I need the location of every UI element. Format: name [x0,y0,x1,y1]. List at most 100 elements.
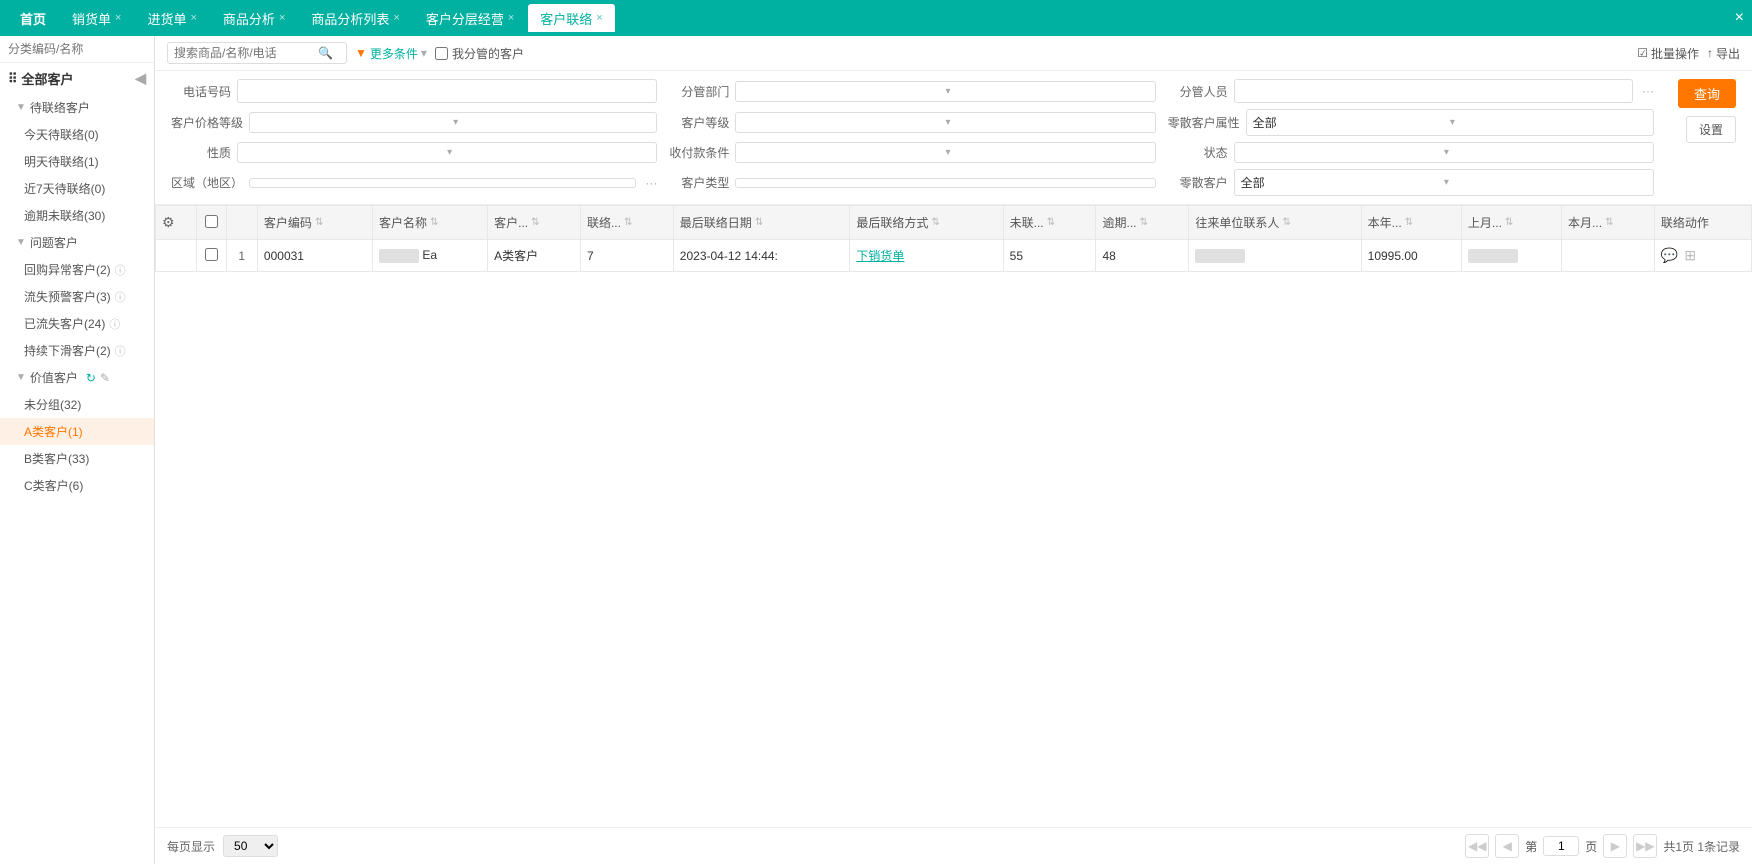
nav-close-purchase[interactable]: × [190,12,196,24]
row-checkbox[interactable] [205,248,218,261]
sidebar-item-churn[interactable]: 流失预警客户(3) ⓘ [0,283,154,310]
sort-icon-last-method[interactable]: ⇅ [931,217,939,228]
sort-icon-this-month[interactable]: ⇅ [1605,217,1613,228]
sidebar-item-week[interactable]: 近7天待联络(0) [0,175,154,202]
price-level-select[interactable]: ▾ [249,112,657,133]
refresh-icon[interactable]: ↻ [86,371,96,385]
data-table: ⚙ 客户编码 ⇅ [155,205,1752,272]
nav-sales[interactable]: 销货单 × [60,4,133,32]
message-icon[interactable]: 💬 [1661,247,1678,264]
nav-purchase[interactable]: 进货单 × [135,4,208,32]
col-code: 客户编码 ⇅ [257,206,372,240]
link-icon[interactable]: ⊞ [1684,247,1696,264]
filter-row-1: 电话号码 分管部门 ▾ 分管人员 [171,79,1666,103]
sidebar-collapse-btn[interactable]: ◀ [135,70,146,87]
dept-select[interactable]: ▾ [735,81,1155,102]
chevron-down-icon: ▾ [421,46,427,60]
sidebar-item-decline[interactable]: 持续下滑客户(2) ⓘ [0,337,154,364]
cust-type-select[interactable] [735,178,1155,188]
nature-select[interactable]: ▾ [237,142,657,163]
filter-search-box: 🔍 [167,42,347,64]
status-select[interactable]: ▾ [1234,142,1654,163]
nav-goods-list[interactable]: 商品分析列表 × [299,4,411,32]
sidebar-group-value[interactable]: ▼ 价值客户 ↻ ✎ [0,364,154,391]
sort-icon-level[interactable]: ⇅ [531,217,539,228]
edit-icon[interactable]: ✎ [100,371,110,385]
sort-icon-unlink[interactable]: ⇅ [1047,217,1055,228]
nav-close-customer-contact[interactable]: × [596,12,602,24]
col-num [226,206,257,240]
sidebar-search-input[interactable] [8,42,155,56]
sort-icon-contact[interactable]: ⇅ [624,217,632,228]
sidebar-item-today[interactable]: 今天待联络(0) [0,121,154,148]
query-button[interactable]: 查询 [1678,79,1736,108]
sidebar-group-problem[interactable]: ▼ 问题客户 [0,229,154,256]
nav-close-customer-layer[interactable]: × [508,12,514,24]
nav-home[interactable]: 首页 [8,4,58,32]
filter-cell-payment: 收付款条件 ▾ [669,142,1167,163]
phone-input[interactable] [237,79,657,103]
next-page-btn[interactable]: ▶ [1603,834,1627,858]
nav-close-goods-analysis[interactable]: × [279,12,285,24]
person-input[interactable] [1234,79,1633,103]
first-page-btn[interactable]: ◀◀ [1465,834,1489,858]
prev-page-btn[interactable]: ◀ [1495,834,1519,858]
sidebar-item-tomorrow[interactable]: 明天待联络(1) [0,148,154,175]
row-last-method-cell[interactable]: 下销货单 [850,240,1003,272]
nav-customer-contact[interactable]: 客户联络 × [528,4,614,32]
settings-button[interactable]: 设置 [1686,116,1736,143]
sort-icon-name[interactable]: ⇅ [430,217,438,228]
region-select[interactable] [249,178,636,188]
sidebar-item-overdue[interactable]: 逾期未联络(30) [0,202,154,229]
retail-attr-select[interactable]: 全部 ▾ [1246,109,1654,136]
col-checkbox [196,206,226,240]
export-btn[interactable]: ↑ 导出 [1707,45,1740,62]
sort-icon-overdue[interactable]: ⇅ [1140,217,1148,228]
sort-icon-last-month[interactable]: ⇅ [1505,217,1513,228]
filter-search-icon[interactable]: 🔍 [318,46,333,60]
filter-search-input[interactable] [174,46,314,60]
batch-op-btn[interactable]: ☑ 批量操作 [1637,45,1699,62]
sidebar-item-class-b[interactable]: B类客户(33) [0,445,154,472]
sidebar-item-class-c[interactable]: C类客户(6) [0,472,154,499]
my-customers-checkbox[interactable]: 我分管的客户 [435,45,524,62]
page-input[interactable] [1543,836,1579,856]
sort-icon-year[interactable]: ⇅ [1405,217,1413,228]
cust-level-select[interactable]: ▾ [735,112,1155,133]
close-all-btn[interactable]: × [1735,9,1744,27]
payment-select[interactable]: ▾ [735,142,1155,163]
sidebar-item-class-a[interactable]: A类客户(1) [0,418,154,445]
info-icon-lost: ⓘ [109,316,120,332]
sort-icon-code[interactable]: ⇅ [315,217,323,228]
nav-close-goods-list[interactable]: × [393,12,399,24]
phone-label: 电话号码 [171,83,231,100]
my-customers-check[interactable] [435,47,448,60]
nav-customer-layer[interactable]: 客户分层经营 × [414,4,526,32]
sidebar-item-repurchase[interactable]: 回购异常客户(2) ⓘ [0,256,154,283]
export-icon: ↑ [1707,46,1713,60]
sort-icon-company[interactable]: ⇅ [1282,217,1290,228]
sidebar-group-pending[interactable]: ▼ 待联络客户 [0,94,154,121]
select-all-checkbox[interactable] [205,215,218,228]
sidebar-item-lost[interactable]: 已流失客户(24) ⓘ [0,310,154,337]
all-customers-header[interactable]: ⠿ 全部客户 ◀ [0,63,154,94]
main-layout: 🔍 ⠿ 全部客户 ◀ ▼ 待联络客户 今天待联络(0) 明天待联络(1) 近7天… [0,36,1752,864]
sort-icon-last-date[interactable]: ⇅ [755,217,763,228]
filter-cell-dept: 分管部门 ▾ [669,81,1167,102]
page-label-before: 第 [1525,838,1537,855]
col-gear: ⚙ [156,206,197,240]
row-actions-cell: 💬 ⊞ [1654,240,1751,272]
region-more-icon[interactable]: ··· [645,176,657,190]
filter-cell-phone: 电话号码 [171,79,669,103]
status-arrow: ▾ [1444,147,1647,158]
retail-cust-select[interactable]: 全部 ▾ [1234,169,1654,196]
page-size-select[interactable]: 20 50 100 [223,835,278,857]
nav-close-sales[interactable]: × [115,12,121,24]
adv-filter: 电话号码 分管部门 ▾ 分管人员 [155,71,1752,205]
last-page-btn[interactable]: ▶▶ [1633,834,1657,858]
nav-goods-analysis[interactable]: 商品分析 × [211,4,297,32]
gear-icon[interactable]: ⚙ [162,214,175,230]
more-conditions-btn[interactable]: ▼ 更多条件 ▾ [355,45,427,62]
more-icon[interactable]: ··· [1642,84,1654,98]
sidebar-item-ungroup[interactable]: 未分组(32) [0,391,154,418]
